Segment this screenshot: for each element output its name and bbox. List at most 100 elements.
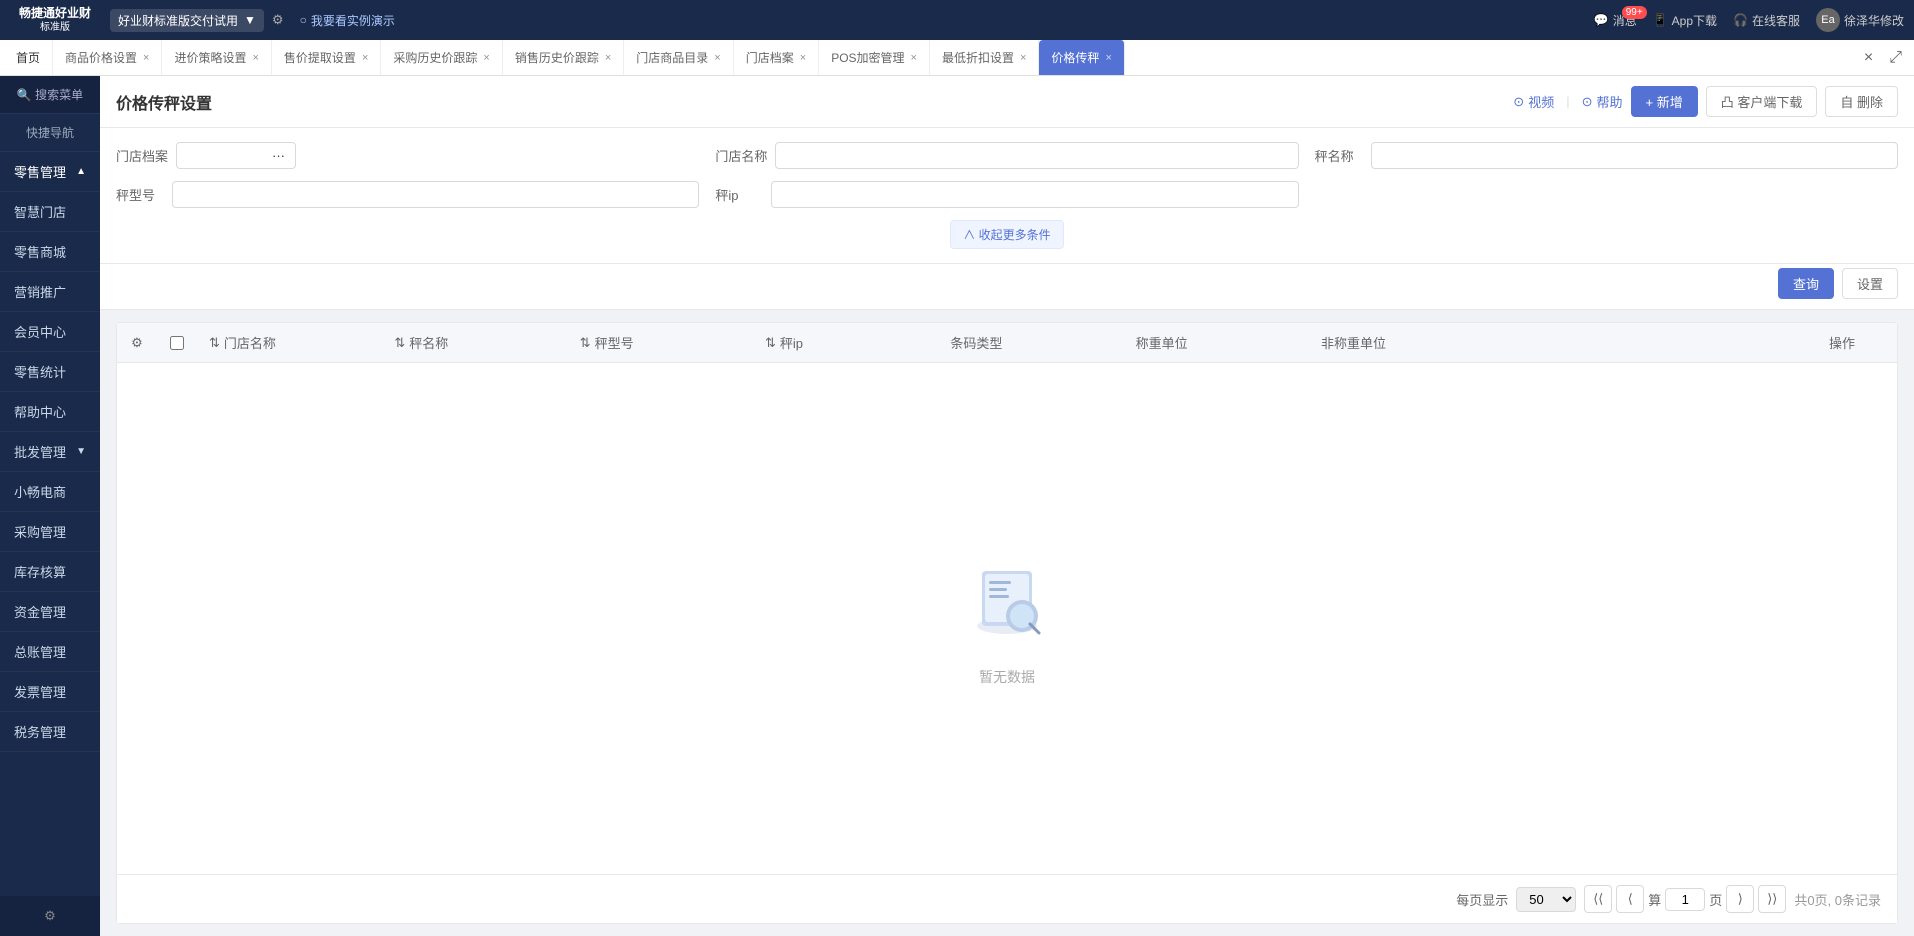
th-barcode-type: 条码类型	[938, 323, 1123, 362]
form-button-row: 查询 设置	[100, 264, 1914, 310]
scale-name-input[interactable]	[1371, 142, 1898, 169]
help-link[interactable]: ⊙ 帮助	[1582, 92, 1623, 111]
main-layout: 🔍 搜索菜单 快捷导航 零售管理 ▲ 智慧门店 零售商城 营销推广	[0, 76, 1914, 936]
user-name: 徐泽华修改	[1844, 12, 1904, 29]
close-icon[interactable]: ×	[362, 52, 368, 64]
scale-ip-input[interactable]	[771, 181, 1298, 208]
close-icon[interactable]: ×	[252, 52, 258, 64]
close-icon[interactable]: ×	[911, 52, 917, 64]
download-button[interactable]: 凸 客户端下载	[1706, 86, 1818, 117]
sidebar-item-smart-store[interactable]: 智慧门店	[0, 192, 100, 232]
download-icon: 📱	[1653, 13, 1668, 27]
tab-home[interactable]: 首页	[4, 40, 53, 76]
tab-goods-price[interactable]: 商品价格设置 ×	[53, 40, 162, 76]
tab-min-discount[interactable]: 最低折扣设置 ×	[930, 40, 1039, 76]
demo-link[interactable]: 我要看实例演示	[300, 12, 395, 29]
sidebar-item-retail-mall[interactable]: 零售商城	[0, 232, 100, 272]
th-scale-model: ⇅ 秤型号	[568, 323, 753, 362]
message-badge: 99+	[1622, 6, 1647, 19]
th-checkbox[interactable]	[157, 326, 197, 360]
sidebar-item-finance[interactable]: 资金管理	[0, 592, 100, 632]
sidebar-item-tax-manage[interactable]: 税务管理	[0, 712, 100, 752]
page-size-select[interactable]: 20 50 100	[1516, 887, 1576, 912]
close-icon[interactable]: ×	[143, 52, 149, 64]
sidebar-item-purchase-manage[interactable]: 采购管理	[0, 512, 100, 552]
env-label: 好业财标准版交付试用	[118, 12, 238, 29]
user-area[interactable]: Ea 徐泽华修改	[1816, 8, 1904, 32]
online-service-button[interactable]: 🎧 在线客服	[1733, 12, 1800, 29]
sidebar-item-batch-manage[interactable]: 批发管理 ▼	[0, 432, 100, 472]
first-page-button[interactable]: ⟨⟨	[1584, 885, 1612, 913]
th-scale-name: ⇅ 秤名称	[382, 323, 567, 362]
sidebar-item-retail-manage[interactable]: 零售管理 ▲	[0, 152, 100, 192]
select-all-checkbox[interactable]	[170, 336, 184, 350]
tab-bar: 首页 商品价格设置 × 进价策略设置 × 售价提取设置 × 采购历史价跟踪 × …	[0, 40, 1914, 76]
env-selector[interactable]: 好业财标准版交付试用 ▼	[110, 9, 264, 32]
scale-model-input[interactable]	[172, 181, 699, 208]
sidebar-search[interactable]: 🔍 搜索菜单	[0, 76, 100, 114]
sidebar-item-member-center[interactable]: 会员中心	[0, 312, 100, 352]
help-icon: ⊙	[1582, 94, 1593, 110]
empty-illustration	[957, 551, 1057, 651]
th-gear[interactable]: ⚙	[117, 325, 157, 361]
store-name-input[interactable]	[775, 142, 1298, 169]
sidebar: 🔍 搜索菜单 快捷导航 零售管理 ▲ 智慧门店 零售商城 营销推广	[0, 76, 100, 936]
th-weight-unit: 称重单位	[1124, 323, 1309, 362]
sort-icon: ⇅	[580, 335, 591, 351]
close-icon[interactable]: ×	[1105, 52, 1111, 64]
form-actions: ∧ 收起更多条件	[116, 220, 1898, 249]
sidebar-item-marketing[interactable]: 营销推广	[0, 272, 100, 312]
close-icon[interactable]: ×	[1020, 52, 1026, 64]
logo: 畅捷通好业财 标准版	[10, 6, 100, 35]
tab-store-file[interactable]: 门店档案 ×	[734, 40, 819, 76]
sidebar-quick-nav[interactable]: 快捷导航	[0, 118, 100, 147]
tab-pos-manage[interactable]: POS加密管理 ×	[819, 40, 930, 76]
close-icon[interactable]: ×	[800, 52, 806, 64]
page-actions: ⊙ 视频 | ⊙ 帮助 + 新增 凸 客户端下载 自 删除	[1513, 86, 1898, 117]
tab-purchase-history[interactable]: 采购历史价跟踪 ×	[381, 40, 502, 76]
search-icon: 🔍	[17, 88, 32, 102]
gear-icon: ⚙	[131, 335, 143, 351]
sidebar-item-inventory[interactable]: 库存核算	[0, 552, 100, 592]
scale-name-field: 秤名称	[1315, 142, 1898, 169]
env-gear-icon[interactable]: ⚙	[272, 12, 284, 28]
tab-sale-extract[interactable]: 售价提取设置 ×	[272, 40, 381, 76]
tab-sale-history[interactable]: 销售历史价跟踪 ×	[503, 40, 624, 76]
tab-price-scale[interactable]: 价格传秤 ×	[1039, 40, 1124, 76]
sidebar-item-general-ledger[interactable]: 总账管理	[0, 632, 100, 672]
tab-purchase-strategy[interactable]: 进价策略设置 ×	[162, 40, 271, 76]
sidebar-gear-button[interactable]: ⚙	[0, 896, 100, 936]
video-icon: ⊙	[1513, 94, 1524, 110]
settings-button[interactable]: 设置	[1842, 268, 1898, 299]
th-non-weight-unit: 非称重单位	[1309, 323, 1817, 362]
collapse-button[interactable]: ∧ 收起更多条件	[950, 220, 1063, 249]
sidebar-item-help-center[interactable]: 帮助中心	[0, 392, 100, 432]
video-link[interactable]: ⊙ 视频	[1513, 92, 1554, 111]
sidebar-item-retail-stats[interactable]: 零售统计	[0, 352, 100, 392]
tab-close-all-icon[interactable]: ×	[1856, 45, 1881, 71]
chevron-down-icon: ▼	[244, 13, 256, 27]
close-icon[interactable]: ×	[483, 52, 489, 64]
service-icon: 🎧	[1733, 13, 1748, 27]
last-page-button[interactable]: ⟩⟩	[1758, 885, 1786, 913]
tab-restore-icon[interactable]: ⤢	[1881, 45, 1910, 71]
store-file-selector[interactable]: ···	[176, 142, 296, 169]
form-row-2: 秤型号 秤ip	[116, 181, 1898, 208]
close-icon[interactable]: ×	[714, 52, 720, 64]
sidebar-item-invoice-manage[interactable]: 发票管理	[0, 672, 100, 712]
message-icon: 💬	[1594, 13, 1609, 27]
tab-store-catalog[interactable]: 门店商品目录 ×	[624, 40, 733, 76]
delete-button[interactable]: 自 删除	[1825, 86, 1898, 117]
next-page-icon: ⟩	[1738, 891, 1743, 907]
last-page-icon: ⟩⟩	[1767, 891, 1777, 907]
query-button[interactable]: 查询	[1778, 268, 1834, 299]
prev-page-button[interactable]: ⟨	[1616, 885, 1644, 913]
empty-text: 暂无数据	[979, 667, 1035, 687]
next-page-button[interactable]: ⟩	[1726, 885, 1754, 913]
app-download-button[interactable]: 📱 App下载	[1653, 12, 1717, 29]
page-input[interactable]	[1665, 888, 1705, 911]
add-button[interactable]: + 新增	[1631, 86, 1698, 117]
sidebar-item-small-ecommerce[interactable]: 小畅电商	[0, 472, 100, 512]
message-button[interactable]: 💬 消息 99+	[1594, 12, 1637, 29]
close-icon[interactable]: ×	[605, 52, 611, 64]
